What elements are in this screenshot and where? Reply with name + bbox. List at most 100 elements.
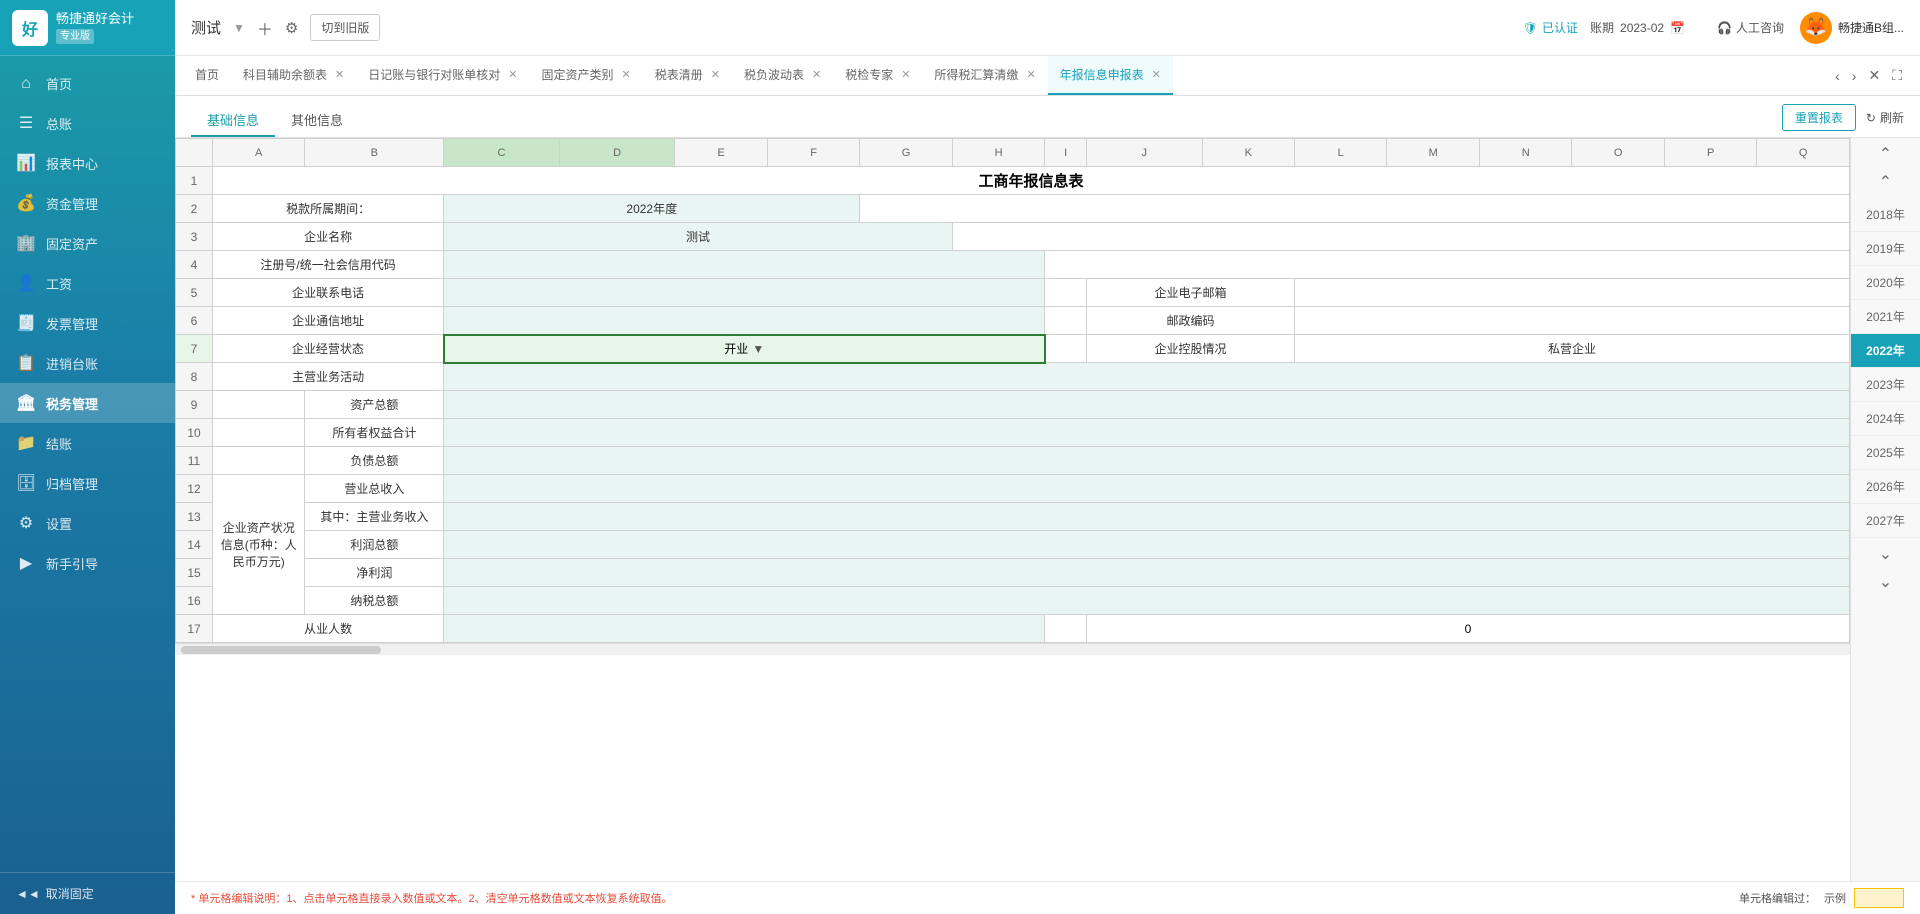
year-item-2022[interactable]: 2022年 — [1851, 334, 1920, 368]
sidebar-item-close[interactable]: 📁 结账 — [0, 423, 175, 463]
tab-journal[interactable]: 日记账与银行对账单核对 ✕ — [356, 56, 529, 95]
old-version-button[interactable]: 切到旧版 — [310, 14, 380, 41]
gear-icon[interactable]: ⚙ — [285, 19, 298, 37]
tab-close-income-tax[interactable]: ✕ — [1026, 68, 1035, 81]
year-item-2027[interactable]: 2027年 — [1851, 504, 1920, 538]
col-header-m[interactable]: M — [1387, 139, 1479, 167]
col-header-n[interactable]: N — [1479, 139, 1571, 167]
col-header-d[interactable]: D — [559, 139, 675, 167]
tab-close-fixed-assets[interactable]: ✕ — [622, 68, 631, 81]
tab-close-auxiliary[interactable]: ✕ — [335, 68, 344, 81]
cell-14-value[interactable] — [444, 531, 1850, 559]
cell-17-value-right[interactable]: 0 — [1086, 615, 1849, 643]
year-item-2018[interactable]: 2018年 — [1851, 198, 1920, 232]
cell-15-value[interactable] — [444, 559, 1850, 587]
cell-6-addr[interactable] — [444, 307, 1045, 335]
col-header-b[interactable]: B — [305, 139, 444, 167]
calendar-icon[interactable]: 📅 — [1670, 21, 1685, 35]
cell-17-value-left[interactable] — [444, 615, 1045, 643]
year-down-button[interactable]: ⌄ — [1855, 542, 1916, 566]
cell-9-value[interactable] — [444, 391, 1850, 419]
cell-1-title[interactable]: 工商年报信息表 — [212, 167, 1849, 195]
cell-4-value[interactable] — [444, 251, 1045, 279]
col-header-a[interactable]: A — [212, 139, 304, 167]
sidebar-item-invoice[interactable]: 🧾 发票管理 — [0, 303, 175, 343]
add-icon[interactable]: ＋ — [257, 16, 273, 40]
sidebar-item-assets[interactable]: 🏢 固定资产 — [0, 223, 175, 263]
col-header-e[interactable]: E — [675, 139, 767, 167]
cell-10-value[interactable] — [444, 419, 1850, 447]
tab-home[interactable]: 首页 — [183, 56, 231, 95]
tab-annual-report[interactable]: 年报信息申报表 ✕ — [1048, 56, 1173, 95]
year-item-2019[interactable]: 2019年 — [1851, 232, 1920, 266]
dropdown-arrow-icon[interactable]: ▼ — [752, 342, 764, 356]
col-header-i[interactable]: I — [1045, 139, 1087, 167]
col-header-c[interactable]: C — [444, 139, 560, 167]
tab-close-tax-expert[interactable]: ✕ — [901, 68, 910, 81]
tab-close-annual-report[interactable]: ✕ — [1152, 68, 1161, 81]
year-item-2023[interactable]: 2023年 — [1851, 368, 1920, 402]
sidebar-item-sales[interactable]: 📋 进销台账 — [0, 343, 175, 383]
sidebar-item-home[interactable]: ⌂ 首页 — [0, 64, 175, 103]
sidebar-item-payroll[interactable]: 👤 工资 — [0, 263, 175, 303]
sidebar-item-archive[interactable]: 🗄 归档管理 — [0, 463, 175, 503]
sub-tab-other[interactable]: 其他信息 — [275, 104, 359, 137]
sub-tab-basic[interactable]: 基础信息 — [191, 104, 275, 137]
cell-3-value[interactable]: 测试 — [444, 223, 953, 251]
reset-button[interactable]: 重置报表 — [1782, 104, 1856, 131]
tab-tax-fluctuation[interactable]: 税负波动表 ✕ — [732, 56, 833, 95]
cell-13-value[interactable] — [444, 503, 1850, 531]
year-item-2026[interactable]: 2026年 — [1851, 470, 1920, 504]
cancel-fixed-button[interactable]: ◄◄ 取消固定 — [16, 885, 159, 902]
tab-tax-expert[interactable]: 税检专家 ✕ — [833, 56, 922, 95]
tab-prev-button[interactable]: ‹ — [1831, 68, 1844, 84]
tab-expand-button[interactable]: ⛶ — [1888, 67, 1906, 84]
cell-6-zip-value[interactable] — [1295, 307, 1850, 335]
user-info[interactable]: 🦊 畅捷通B组... — [1800, 12, 1904, 44]
sidebar-item-settings[interactable]: ⚙ 设置 — [0, 503, 175, 543]
col-header-l[interactable]: L — [1295, 139, 1387, 167]
col-header-o[interactable]: O — [1572, 139, 1664, 167]
cell-7-control-value[interactable]: 私营企业 — [1295, 335, 1850, 363]
col-header-p[interactable]: P — [1664, 139, 1756, 167]
col-header-h[interactable]: H — [952, 139, 1044, 167]
tab-income-tax[interactable]: 所得税汇算清缴 ✕ — [922, 56, 1047, 95]
cell-7-status[interactable]: 开业 ▼ — [444, 335, 1045, 363]
sidebar-item-reports[interactable]: 📊 报表中心 — [0, 143, 175, 183]
col-header-j[interactable]: J — [1086, 139, 1202, 167]
tab-close-tax-list[interactable]: ✕ — [711, 68, 720, 81]
year-item-2020[interactable]: 2020年 — [1851, 266, 1920, 300]
col-header-g[interactable]: G — [860, 139, 952, 167]
year-up2-button[interactable]: ⌃ — [1855, 170, 1916, 194]
year-down2-button[interactable]: ⌄ — [1855, 570, 1916, 594]
tab-close-journal[interactable]: ✕ — [508, 68, 517, 81]
tab-close-tax-fluctuation[interactable]: ✕ — [812, 68, 821, 81]
col-header-k[interactable]: K — [1202, 139, 1294, 167]
refresh-button[interactable]: ↻ 刷新 — [1866, 109, 1904, 126]
year-up-button[interactable]: ⌃ — [1855, 142, 1916, 166]
sidebar-item-funds[interactable]: 💰 资金管理 — [0, 183, 175, 223]
consult-button[interactable]: 🎧 人工咨询 — [1717, 19, 1784, 36]
sidebar-item-ledger[interactable]: ☰ 总账 — [0, 103, 175, 143]
col-header-f[interactable]: F — [767, 139, 859, 167]
tab-next-button[interactable]: › — [1848, 68, 1861, 84]
cell-8-value[interactable] — [444, 363, 1850, 391]
sidebar-item-tax[interactable]: 🏛 税务管理 — [0, 383, 175, 423]
tab-tax-list[interactable]: 税表清册 ✕ — [643, 56, 732, 95]
year-item-2025[interactable]: 2025年 — [1851, 436, 1920, 470]
tab-close-all-button[interactable]: ✕ — [1864, 67, 1884, 84]
sidebar-item-guide[interactable]: ▶ 新手引导 — [0, 543, 175, 583]
col-header-q[interactable]: Q — [1757, 139, 1850, 167]
tab-auxiliary[interactable]: 科目辅助余额表 ✕ — [231, 56, 356, 95]
year-item-2021[interactable]: 2021年 — [1851, 300, 1920, 334]
cell-5-phone[interactable] — [444, 279, 1045, 307]
sheet-container[interactable]: A B C D E F G H I J K L M — [175, 138, 1850, 881]
dropdown-arrow-icon[interactable]: ▼ — [233, 21, 245, 35]
year-item-2024[interactable]: 2024年 — [1851, 402, 1920, 436]
cell-2-value[interactable]: 2022年度 — [444, 195, 860, 223]
cell-12-value[interactable] — [444, 475, 1850, 503]
h-scrollbar[interactable] — [175, 643, 1850, 655]
cell-5-email-value[interactable] — [1295, 279, 1850, 307]
cell-11-value[interactable] — [444, 447, 1850, 475]
tab-fixed-assets[interactable]: 固定资产类别 ✕ — [529, 56, 642, 95]
